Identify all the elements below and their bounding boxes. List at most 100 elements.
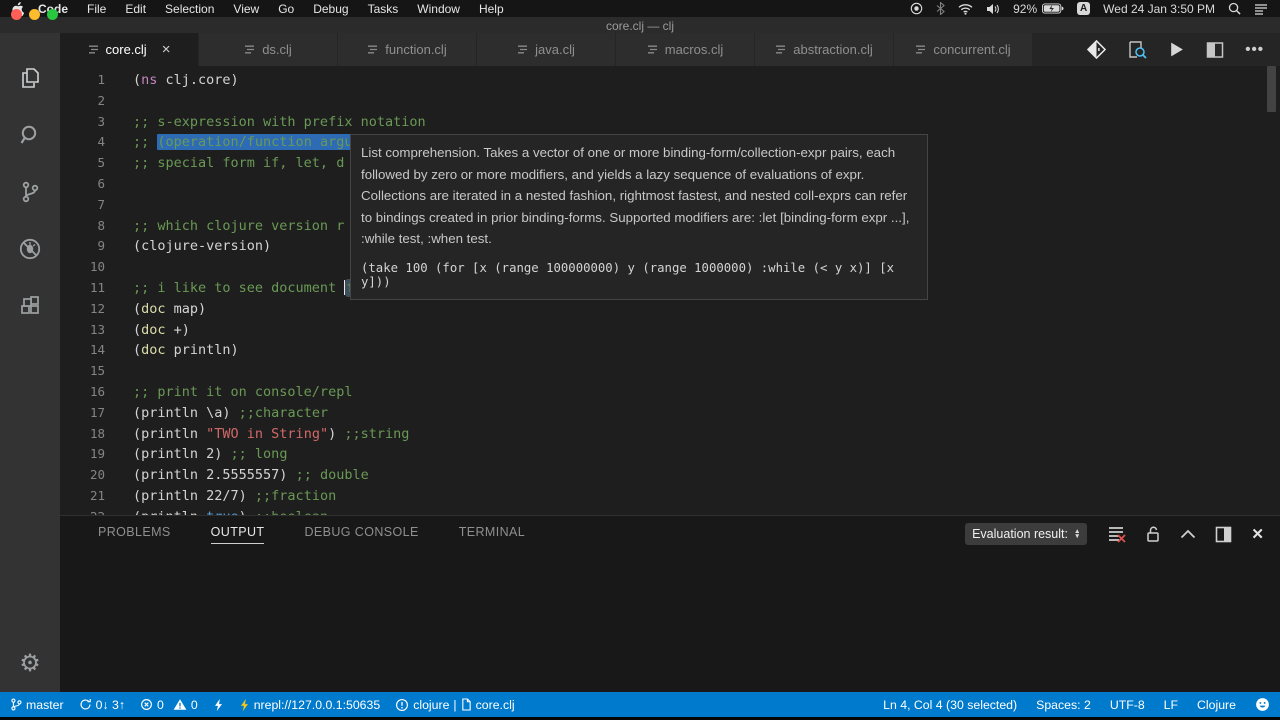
menu-item-help[interactable]: Help [479,2,504,16]
clj-file-icon [776,45,786,54]
code-line-15[interactable]: 15 [60,361,1280,382]
code-line-12[interactable]: 12 (doc map) [60,299,1280,320]
wifi-icon[interactable] [958,3,973,15]
encoding-indicator[interactable]: UTF-8 [1110,698,1145,712]
code-line-22[interactable]: 22 (println true) ;;boolean [60,507,1280,515]
menu-item-tasks[interactable]: Tasks [368,2,399,16]
settings-gear-icon[interactable]: ⚙ [19,652,41,676]
tab-label: java.clj [535,42,575,57]
menu-item-go[interactable]: Go [278,2,294,16]
menu-item-view[interactable]: View [233,2,259,16]
open-preview-icon[interactable] [1127,40,1147,60]
tab-label: function.clj [385,42,447,57]
branch-name: master [26,697,64,712]
input-source-icon[interactable]: A [1077,2,1091,15]
tab-ds-clj[interactable]: ds.clj [199,33,338,66]
line-text: (doc +) [133,321,190,338]
explorer-icon[interactable] [0,49,60,106]
tab-abstraction-clj[interactable]: abstraction.clj [755,33,894,66]
panel-tab-terminal[interactable]: TERMINAL [459,525,525,544]
more-actions-icon[interactable]: ••• [1245,41,1264,58]
dropdown-arrows-icon: ▲ ▼ [1073,528,1081,540]
line-text: ;; s-expression with prefix notation [133,113,426,130]
nrepl-connection-indicator[interactable]: nrepl://127.0.0.1:50635 [239,698,380,712]
search-icon[interactable] [0,106,60,163]
line-text: (println "TWO in String") ;;string [133,425,410,442]
screen-record-icon[interactable] [910,2,923,15]
line-text: ;; which clojure version r [133,217,345,234]
language-mode-indicator[interactable]: Clojure [1197,698,1236,712]
window-controls [11,9,58,20]
tab-core-clj[interactable]: core.clj × [60,33,199,66]
tab-concurrent-clj[interactable]: concurrent.clj [894,33,1033,66]
status-bar-right: Ln 4, Col 4 (30 selected) Spaces: 2 UTF-… [864,697,1270,712]
spotlight-search-icon[interactable] [1228,2,1241,15]
minimize-window-button[interactable] [29,9,40,20]
notification-center-icon[interactable] [1254,3,1268,15]
menu-item-debug[interactable]: Debug [313,2,348,16]
run-icon[interactable] [1168,41,1185,58]
output-channel-label: Evaluation result: [972,527,1068,541]
code-line-13[interactable]: 13 (doc +) [60,320,1280,341]
line-text: (doc println) [133,342,239,359]
clojure-repl-indicator[interactable]: clojure | core.clj [395,698,515,712]
lock-icon[interactable] [1145,525,1161,543]
sync-indicator[interactable]: 0↓ 3↑ [79,698,125,712]
line-number: 20 [89,467,105,483]
code-line-14[interactable]: 14 (doc println) [60,340,1280,361]
menu-item-file[interactable]: File [87,2,106,16]
eol-indicator[interactable]: LF [1164,698,1178,712]
battery-indicator[interactable]: 92% [1013,2,1064,16]
code-line-16[interactable]: 16 ;; print it on console/repl [60,382,1280,403]
menubar-clock[interactable]: Wed 24 Jan 3:50 PM [1103,2,1215,16]
code-line-2[interactable]: 2 [60,91,1280,112]
volume-icon[interactable] [986,3,1000,15]
cursor-position-indicator[interactable]: Ln 4, Col 4 (30 selected) [883,698,1017,712]
tab-macros-clj[interactable]: macros.clj [616,33,755,66]
editor-tab-bar: core.clj × ds.clj function.clj java.clj macro… [60,33,1280,66]
code-line-1[interactable]: 1 (ns clj.core) [60,70,1280,91]
output-channel-dropdown[interactable]: Evaluation result: ▲ ▼ [965,523,1088,545]
code-line-21[interactable]: 21 (println 22/7) ;;fraction [60,486,1280,507]
problems-indicator[interactable]: 0 0 [140,698,198,712]
split-editor-icon[interactable] [1206,41,1224,59]
code-line-20[interactable]: 20 (println 2.5555557) ;; double [60,465,1280,486]
menu-item-selection[interactable]: Selection [165,2,214,16]
close-tab-icon[interactable]: × [162,42,171,57]
close-panel-icon[interactable]: ✕ [1251,525,1264,543]
git-branch-indicator[interactable]: master [10,697,64,712]
tab-java-clj[interactable]: java.clj [477,33,616,66]
debug-icon[interactable] [0,220,60,277]
maximize-panel-icon[interactable] [1215,526,1232,543]
line-number: 8 [97,217,105,233]
feedback-smiley-icon[interactable] [1255,697,1270,712]
line-text: (println 22/7) ;;fraction [133,487,337,504]
code-line-17[interactable]: 17 (println \a) ;;character [60,403,1280,424]
zoom-window-button[interactable] [47,9,58,20]
code-line-3[interactable]: 3 ;; s-expression with prefix notation [60,112,1280,133]
line-number: 6 [97,175,105,191]
indentation-indicator[interactable]: Spaces: 2 [1036,698,1091,712]
panel-tab-output[interactable]: OUTPUT [210,525,265,544]
panel-tab-debug-console[interactable]: DEBUG CONSOLE [304,525,418,544]
calva-bolt-indicator[interactable] [213,698,224,712]
tab-label: abstraction.clj [793,42,873,57]
menu-item-window[interactable]: Window [417,2,460,16]
editor-scrollbar[interactable] [1267,66,1276,112]
clear-output-icon[interactable] [1106,525,1127,543]
clj-file-icon [916,45,926,54]
line-text: (println 2) ;; long [133,446,288,463]
source-control-icon[interactable] [0,163,60,220]
tab-label: core.clj [105,42,147,57]
panel-tab-problems[interactable]: PROBLEMS [98,525,171,544]
calva-icon[interactable] [1087,40,1107,59]
close-window-button[interactable] [11,9,22,20]
tab-function-clj[interactable]: function.clj [338,33,477,66]
bluetooth-icon[interactable] [936,2,945,15]
chevron-up-icon[interactable] [1180,529,1196,539]
macos-menu-bar: CodeFileEditSelectionViewGoDebugTasksWin… [0,0,1280,17]
menu-item-edit[interactable]: Edit [125,2,146,16]
code-line-19[interactable]: 19 (println 2) ;; long [60,444,1280,465]
extensions-icon[interactable] [0,277,60,334]
code-line-18[interactable]: 18 (println "TWO in String") ;;string [60,424,1280,445]
